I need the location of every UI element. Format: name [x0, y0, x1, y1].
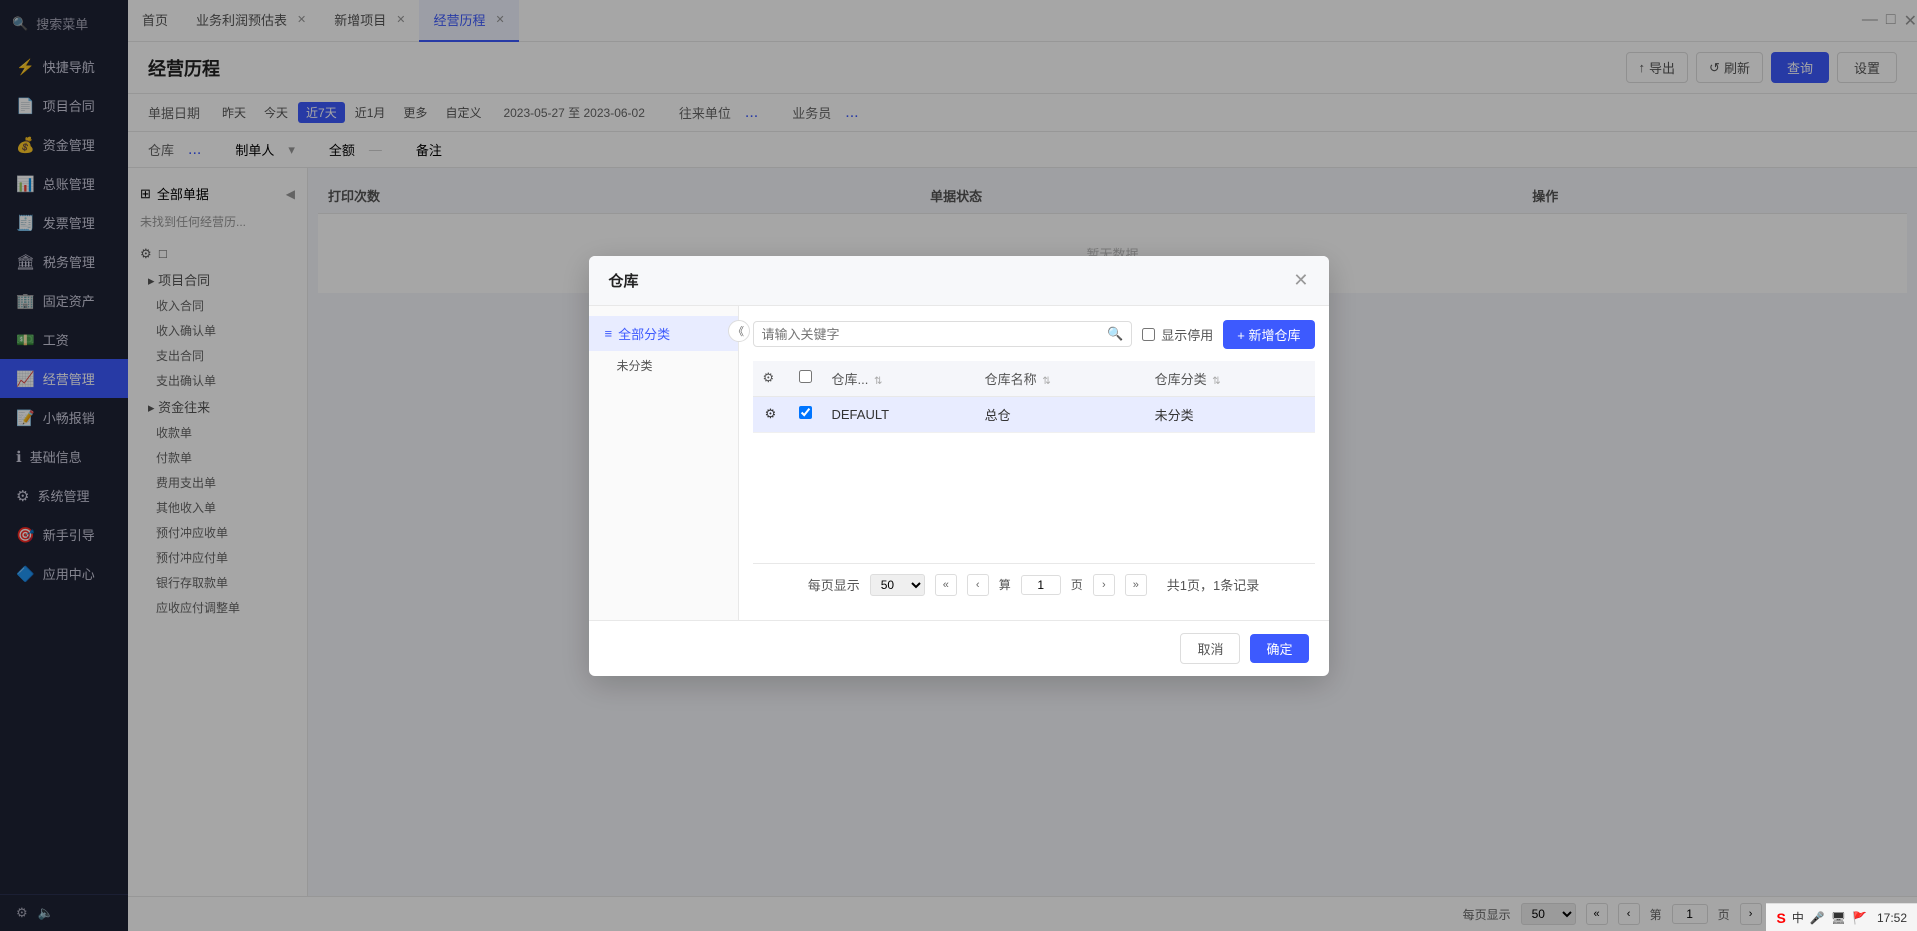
modal-sidebar: ≡ 全部分类 《 未分类 — [589, 306, 739, 620]
sidebar-all-label: 全部分类 — [618, 324, 670, 343]
tray-icon-s: S — [1776, 910, 1785, 926]
warehouse-modal: 仓库 ✕ ≡ 全部分类 《 未分类 🔍 — [589, 256, 1329, 676]
tray-icon-zhong: 中 — [1792, 909, 1804, 926]
modal-toolbar: 🔍 显示停用 + 新增仓库 — [753, 320, 1315, 349]
modal-actions: 取消 确定 — [589, 620, 1329, 676]
modal-first-page[interactable]: « — [935, 574, 957, 596]
modal-sidebar-all[interactable]: ≡ 全部分类 — [589, 316, 738, 351]
col-category-label: 仓库分类 — [1155, 372, 1207, 387]
warehouse-search-box: 🔍 — [753, 321, 1133, 347]
modal-title: 仓库 — [609, 270, 639, 291]
sort-name-icon: ⇅ — [1042, 376, 1050, 387]
modal-close-button[interactable]: ✕ — [1293, 270, 1308, 291]
confirm-button[interactable]: 确定 — [1250, 634, 1308, 663]
modal-next-page[interactable]: › — [1093, 574, 1115, 596]
modal-page-label: 页 — [1071, 576, 1083, 593]
show-disabled-checkbox[interactable] — [1142, 328, 1155, 341]
modal-warehouse-table: ⚙ 仓库... ⇅ 仓库名称 ⇅ — [753, 361, 1315, 433]
col-name: 仓库名称 ⇅ — [975, 361, 1145, 397]
warehouse-search-input[interactable] — [762, 327, 1102, 342]
modal-per-page-label: 每页显示 — [808, 575, 860, 594]
select-all-checkbox[interactable] — [799, 370, 812, 383]
row-name: 总仓 — [975, 396, 1145, 432]
modal-pagination: 每页显示 50 100 « ‹ 算 页 › » 共1页，1条记录 — [753, 563, 1315, 606]
row-settings[interactable]: ⚙ — [753, 396, 789, 432]
modal-last-page[interactable]: » — [1125, 574, 1147, 596]
search-icon: 🔍 — [1107, 326, 1123, 342]
tray-icon-mic: 🎤 — [1810, 911, 1825, 925]
add-warehouse-button[interactable]: + 新增仓库 — [1223, 320, 1314, 349]
table-row[interactable]: ⚙ DEFAULT 总仓 未分类 — [753, 396, 1315, 432]
col-category: 仓库分类 ⇅ — [1145, 361, 1315, 397]
modal-content: 🔍 显示停用 + 新增仓库 ⚙ — [739, 306, 1329, 620]
collapse-sidebar-btn[interactable]: 《 — [728, 320, 750, 342]
row-code: DEFAULT — [822, 396, 975, 432]
tray-time: 17:52 — [1877, 911, 1907, 925]
sort-category-icon: ⇅ — [1212, 376, 1220, 387]
cancel-button[interactable]: 取消 — [1180, 633, 1240, 664]
modal-body: ≡ 全部分类 《 未分类 🔍 显示停用 + 新增仓库 — [589, 306, 1329, 620]
col-code-label: 仓库... — [832, 372, 869, 387]
sidebar-all-icon: ≡ — [605, 326, 613, 341]
modal-prev-page[interactable]: ‹ — [967, 574, 989, 596]
modal-per-page-select[interactable]: 50 100 — [870, 574, 925, 596]
modal-table-container: ⚙ 仓库... ⇅ 仓库名称 ⇅ — [753, 361, 1315, 563]
modal-page-label-pre: 算 — [999, 576, 1011, 593]
show-disabled-label: 显示停用 — [1142, 325, 1213, 344]
modal-page-input[interactable] — [1021, 575, 1061, 595]
col-code: 仓库... ⇅ — [822, 361, 975, 397]
tray-icon-screen: 🖥 — [1831, 911, 1846, 925]
system-tray: S 中 🎤 🖥 🚩 17:52 — [1766, 903, 1917, 931]
sort-code-icon: ⇅ — [874, 376, 882, 387]
col-settings: ⚙ — [753, 361, 789, 397]
row-checkbox[interactable] — [789, 396, 822, 432]
row-category: 未分类 — [1145, 396, 1315, 432]
col-checkbox — [789, 361, 822, 397]
col-name-label: 仓库名称 — [985, 372, 1037, 387]
tray-icon-flag: 🚩 — [1852, 911, 1867, 925]
modal-sidebar-unclassified[interactable]: 未分类 — [589, 351, 738, 380]
modal-total: 共1页，1条记录 — [1167, 575, 1259, 594]
modal-header: 仓库 ✕ — [589, 256, 1329, 306]
